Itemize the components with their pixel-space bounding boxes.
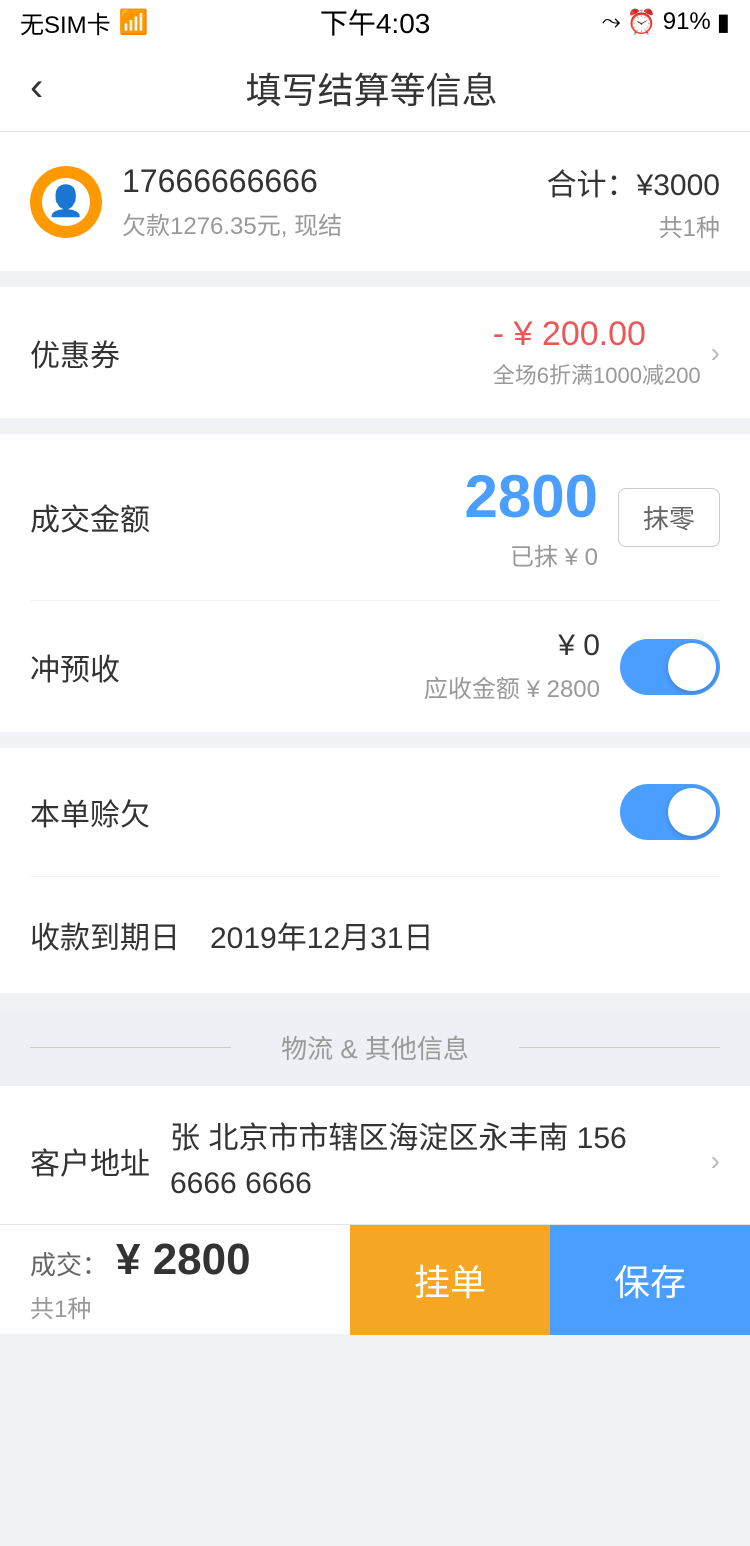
deferred-toggle[interactable] [620, 784, 720, 840]
prepay-sub: 应收金额 ¥ 2800 [424, 669, 600, 704]
due-date-label: 收款到期日 [30, 913, 180, 957]
user-info: 17666666666 欠款1276.35元, 现结 [122, 163, 342, 241]
address-chevron-icon: › [711, 1145, 720, 1177]
prepay-values: ¥ 0 应收金额 ¥ 2800 [424, 629, 600, 704]
save-button[interactable]: 保存 [550, 1225, 750, 1335]
discount-sub: 全场6折满1000减200 [493, 358, 701, 390]
battery-icon: ▮ [717, 8, 730, 37]
chevron-right-icon: › [711, 337, 720, 369]
deferred-label: 本单赊欠 [30, 790, 150, 834]
page-title: 填写结算等信息 [63, 62, 680, 114]
user-card: 👤 17666666666 欠款1276.35元, 现结 合计：¥3000 共1… [0, 132, 750, 271]
prepay-main: ¥ 0 [424, 629, 600, 663]
deal-amount-label: 成交金额 [30, 495, 150, 539]
back-button[interactable]: ‹ [30, 65, 43, 110]
user-left: 👤 17666666666 欠款1276.35元, 现结 [30, 163, 342, 241]
divider-line-left [30, 1047, 231, 1048]
status-bar: 无SIM卡 📶 下午4:03 ⤳ ⏰ 91% ▮ [0, 0, 750, 44]
section-divider: 物流 & 其他信息 [0, 1009, 750, 1086]
due-date-value: 2019年12月31日 [210, 913, 433, 957]
deal-amount-row: 成交金额 2800 已抹 ¥ 0 抹零 [0, 434, 750, 600]
hang-button[interactable]: 挂单 [350, 1225, 550, 1335]
address-value: 张 北京市市辖区海淀区永丰南 156 6666 6666 [170, 1116, 691, 1206]
user-phone: 17666666666 [122, 163, 342, 200]
deal-section: 成交金额 2800 已抹 ¥ 0 抹零 冲预收 ¥ 0 应收金额 ¥ 2800 [0, 434, 750, 732]
divider-line-right [519, 1047, 720, 1048]
discount-value-block: - ¥ 200.00 全场6折满1000减200 [493, 315, 701, 390]
discount-section: 优惠券 - ¥ 200.00 全场6折满1000减200 › [0, 287, 750, 418]
prepay-right: ¥ 0 应收金额 ¥ 2800 [424, 629, 720, 704]
user-right: 合计：¥3000 共1种 [547, 160, 720, 243]
bottom-info: 成交： ¥ 2800 共1种 [0, 1235, 350, 1324]
discount-right: - ¥ 200.00 全场6折满1000减200 › [493, 315, 720, 390]
user-count: 共1种 [547, 208, 720, 243]
status-left: 无SIM卡 📶 [20, 5, 149, 40]
battery-label: 91% [663, 8, 711, 36]
status-right: ⤳ ⏰ 91% ▮ [602, 8, 730, 37]
wifi-icon: 📶 [119, 8, 149, 37]
user-debt: 欠款1276.35元, 现结 [122, 206, 342, 241]
prepay-toggle[interactable] [620, 639, 720, 695]
discount-row[interactable]: 优惠券 - ¥ 200.00 全场6折满1000减200 › [0, 287, 750, 418]
deal-right: 2800 已抹 ¥ 0 抹零 [465, 462, 721, 572]
nav-bar: ‹ 填写结算等信息 [0, 44, 750, 132]
deferred-row: 本单赊欠 [0, 748, 750, 876]
round-zero-button[interactable]: 抹零 [618, 488, 720, 547]
discount-value: - ¥ 200.00 [493, 315, 701, 354]
avatar-icon: 👤 [42, 178, 90, 226]
bottom-price: ¥ 2800 [116, 1235, 251, 1285]
prepay-row: 冲预收 ¥ 0 应收金额 ¥ 2800 [0, 601, 750, 732]
toggle-thumb [668, 643, 716, 691]
bottom-count: 共1种 [30, 1289, 320, 1324]
user-total: 合计：¥3000 [547, 160, 720, 204]
discount-label: 优惠券 [30, 331, 120, 375]
alarm-icon: ⏰ [627, 8, 657, 37]
location-icon: ⤳ [602, 8, 621, 36]
status-time: 下午4:03 [320, 2, 431, 42]
bottom-bar: 成交： ¥ 2800 共1种 挂单 保存 [0, 1224, 750, 1334]
deferred-toggle-thumb [668, 788, 716, 836]
sim-label: 无SIM卡 [20, 5, 111, 40]
address-row[interactable]: 客户地址 张 北京市市辖区海淀区永丰南 156 6666 6666 › [0, 1086, 750, 1236]
user-avatar: 👤 [30, 166, 102, 238]
prepay-label: 冲预收 [30, 645, 120, 689]
deal-col: 2800 已抹 ¥ 0 [465, 462, 598, 572]
bottom-deal-label: 成交： [30, 1245, 108, 1282]
deal-sub: 已抹 ¥ 0 [465, 537, 598, 572]
due-date-row: 收款到期日 2019年12月31日 [0, 877, 750, 993]
divider-text: 物流 & 其他信息 [261, 1029, 489, 1066]
deal-number: 2800 [465, 462, 598, 531]
address-label: 客户地址 [30, 1139, 150, 1183]
deferred-section: 本单赊欠 收款到期日 2019年12月31日 [0, 748, 750, 993]
